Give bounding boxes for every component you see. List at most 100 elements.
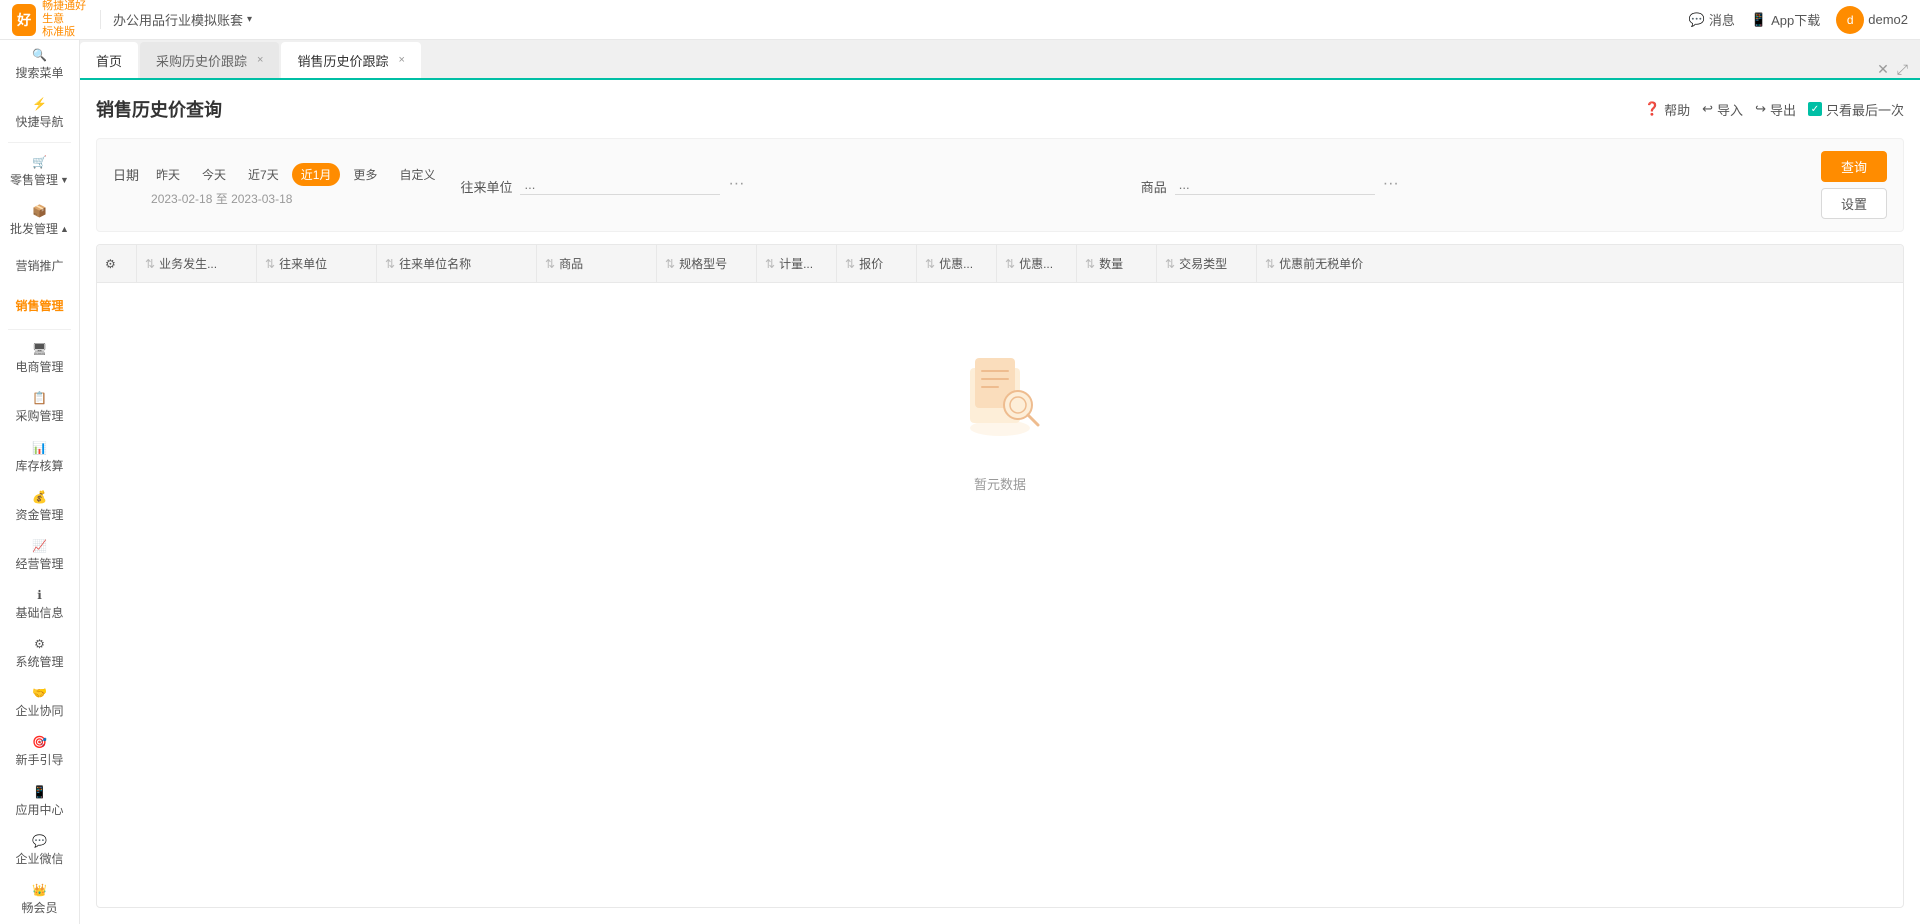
th-unit[interactable]: ⇅ 计量... — [757, 245, 837, 282]
partner-input[interactable] — [520, 175, 720, 195]
tab-close-sales[interactable]: × — [398, 54, 404, 66]
sidebar-item-search-menu[interactable]: 🔍 搜索菜单 — [0, 40, 79, 89]
sort-icon: ⇅ — [665, 257, 675, 271]
page-actions: ❓ 帮助 ↩ 导入 ↪ 导出 ✓ 只看最后一次 — [1644, 100, 1904, 119]
goods-filter-group: 商品 ··· — [1141, 175, 1805, 196]
sidebar-item-marketing[interactable]: 营销推广 — [0, 245, 79, 285]
sidebar-item-purchase[interactable]: 📋 采购管理 — [0, 383, 79, 432]
page-content: 销售历史价查询 ❓ 帮助 ↩ 导入 ↪ 导出 ✓ — [80, 80, 1920, 924]
sort-icon: ⇅ — [1005, 257, 1015, 271]
date-btn-yesterday[interactable]: 昨天 — [147, 163, 189, 186]
query-button[interactable]: 查询 — [1821, 151, 1887, 182]
th-discount2[interactable]: ⇅ 优惠... — [997, 245, 1077, 282]
th-partner-code[interactable]: ⇅ 往来单位 — [257, 245, 377, 282]
sidebar-item-quick-nav[interactable]: ⚡ 快捷导航 — [0, 89, 79, 138]
top-bar: 好 畅捷通好生意 标准版 办公用品行业模拟账套 ▾ 💬 消息 📱 App下载 d… — [0, 0, 1920, 40]
tab-close-purchase[interactable]: × — [257, 54, 263, 66]
user-avatar-button[interactable]: d demo2 — [1836, 6, 1908, 34]
filter-buttons: 查询 设置 — [1821, 151, 1887, 219]
content-area: 首页 采购历史价跟踪 × 销售历史价跟踪 × ✕ ⤢ 销售历史价查询 — [80, 40, 1920, 924]
sidebar-item-vip[interactable]: 👑 畅会员 — [0, 875, 79, 924]
app-center-icon: 📱 — [32, 785, 47, 799]
sidebar-item-finance[interactable]: 💰 资金管理 — [0, 482, 79, 531]
export-icon: ↪ — [1755, 101, 1766, 117]
tab-purchase-history[interactable]: 采购历史价跟踪 × — [140, 42, 279, 78]
empty-text: 暂元数据 — [974, 474, 1026, 493]
sidebar-item-guide[interactable]: 🎯 新手引导 — [0, 727, 79, 776]
date-btn-custom[interactable]: 自定义 — [390, 163, 444, 186]
empty-icon — [950, 343, 1050, 462]
top-bar-left: 好 畅捷通好生意 标准版 办公用品行业模拟账套 ▾ — [12, 0, 252, 39]
sidebar-item-wholesale[interactable]: 📦 批发管理▲ — [0, 196, 79, 245]
goods-input[interactable] — [1175, 175, 1375, 195]
last-only-checkbox-label[interactable]: ✓ 只看最后一次 — [1808, 100, 1904, 119]
th-goods[interactable]: ⇅ 商品 — [537, 245, 657, 282]
date-buttons: 昨天 今天 近7天 近1月 更多 自定义 — [147, 163, 444, 186]
sort-icon: ⇅ — [545, 257, 555, 271]
th-partner-name[interactable]: ⇅ 往来单位名称 — [377, 245, 537, 282]
data-table: ⚙ ⇅ 业务发生... ⇅ 往来单位 ⇅ 往来单位名称 — [96, 244, 1904, 908]
date-btn-today[interactable]: 今天 — [193, 163, 235, 186]
sidebar-item-sales[interactable]: 销售管理 — [0, 285, 79, 325]
logo-text: 畅捷通好生意 标准版 — [42, 0, 92, 39]
date-btn-7days[interactable]: 近7天 — [239, 163, 288, 186]
th-biz-date[interactable]: ⇅ 业务发生... — [137, 245, 257, 282]
sidebar-item-app-center[interactable]: 📱 应用中心 — [0, 777, 79, 826]
date-btn-more[interactable]: 更多 — [344, 163, 386, 186]
sidebar-item-base-info[interactable]: ℹ 基础信息 — [0, 580, 79, 629]
settings-button[interactable]: 设置 — [1821, 188, 1887, 219]
app-selector[interactable]: 办公用品行业模拟账套 ▾ — [100, 10, 252, 29]
th-trade-type[interactable]: ⇅ 交易类型 — [1157, 245, 1257, 282]
sort-icon: ⇅ — [845, 257, 855, 271]
app-download-button[interactable]: 📱 App下载 — [1751, 10, 1820, 29]
sort-icon: ⇅ — [765, 257, 775, 271]
sidebar-item-system[interactable]: ⚙ 系统管理 — [0, 629, 79, 678]
partner-filter-label: 往来单位 — [460, 175, 512, 196]
sort-icon: ⇅ — [1165, 257, 1175, 271]
th-quote-price[interactable]: ⇅ 报价 — [837, 245, 917, 282]
th-discount1[interactable]: ⇅ 优惠... — [917, 245, 997, 282]
import-icon: ↩ — [1702, 101, 1713, 117]
operations-icon: 📈 — [32, 539, 47, 553]
date-options: 昨天 今天 近7天 近1月 更多 自定义 2023-02-18 至 2023-0… — [147, 163, 444, 207]
checkbox-icon: ✓ — [1808, 102, 1822, 116]
empty-state: 暂元数据 — [97, 283, 1903, 553]
date-btn-1month[interactable]: 近1月 — [292, 163, 341, 186]
close-window-icon[interactable]: ✕ — [1877, 61, 1889, 78]
th-qty[interactable]: ⇅ 数量 — [1077, 245, 1157, 282]
goods-more-icon[interactable]: ··· — [1383, 175, 1399, 193]
sort-icon: ⇅ — [145, 257, 155, 271]
sidebar-item-operations[interactable]: 📈 经营管理 — [0, 531, 79, 580]
maximize-window-icon[interactable]: ⤢ — [1897, 61, 1908, 78]
sort-icon: ⇅ — [1265, 257, 1275, 271]
sidebar-item-inventory[interactable]: 📊 库存核算 — [0, 432, 79, 481]
message-button[interactable]: 💬 消息 — [1689, 10, 1735, 29]
search-icon: 🔍 — [32, 48, 47, 62]
system-icon: ⚙ — [34, 637, 45, 651]
tab-home[interactable]: 首页 — [80, 42, 138, 78]
table-settings-icon[interactable]: ⚙ — [105, 257, 116, 271]
th-settings[interactable]: ⚙ — [97, 245, 137, 282]
th-spec[interactable]: ⇅ 规格型号 — [657, 245, 757, 282]
download-icon: 📱 — [1751, 12, 1767, 28]
partner-filter-group: 往来单位 ··· — [460, 175, 1124, 196]
sidebar-item-enterprise[interactable]: 🤝 企业协同 — [0, 678, 79, 727]
export-button[interactable]: ↪ 导出 — [1755, 100, 1796, 119]
help-icon: ❓ — [1644, 101, 1660, 117]
filter-bar: 日期 昨天 今天 近7天 近1月 更多 自定义 2023-02-18 至 202… — [96, 138, 1904, 232]
import-button[interactable]: ↩ 导入 — [1702, 100, 1743, 119]
lightning-icon: ⚡ — [32, 97, 47, 111]
th-pre-discount-price[interactable]: ⇅ 优惠前无税单价 — [1257, 245, 1903, 282]
wechat-icon: 💬 — [32, 834, 47, 848]
help-button[interactable]: ❓ 帮助 — [1644, 100, 1690, 119]
sidebar-item-retail[interactable]: 🛒 零售管理▼ — [0, 147, 79, 196]
wholesale-icon: 📦 — [32, 204, 47, 218]
chevron-down-icon: ▼ — [60, 175, 69, 185]
partner-more-icon[interactable]: ··· — [728, 175, 744, 193]
sidebar-item-ecommerce[interactable]: 🖥 电商管理 — [0, 334, 79, 383]
date-filter-label: 日期 — [113, 163, 139, 184]
sidebar-item-enterprise-wechat[interactable]: 💬 企业微信 — [0, 826, 79, 875]
vip-icon: 👑 — [32, 883, 47, 897]
window-controls: ✕ ⤢ — [1865, 61, 1920, 78]
tab-sales-history[interactable]: 销售历史价跟踪 × — [281, 42, 420, 78]
